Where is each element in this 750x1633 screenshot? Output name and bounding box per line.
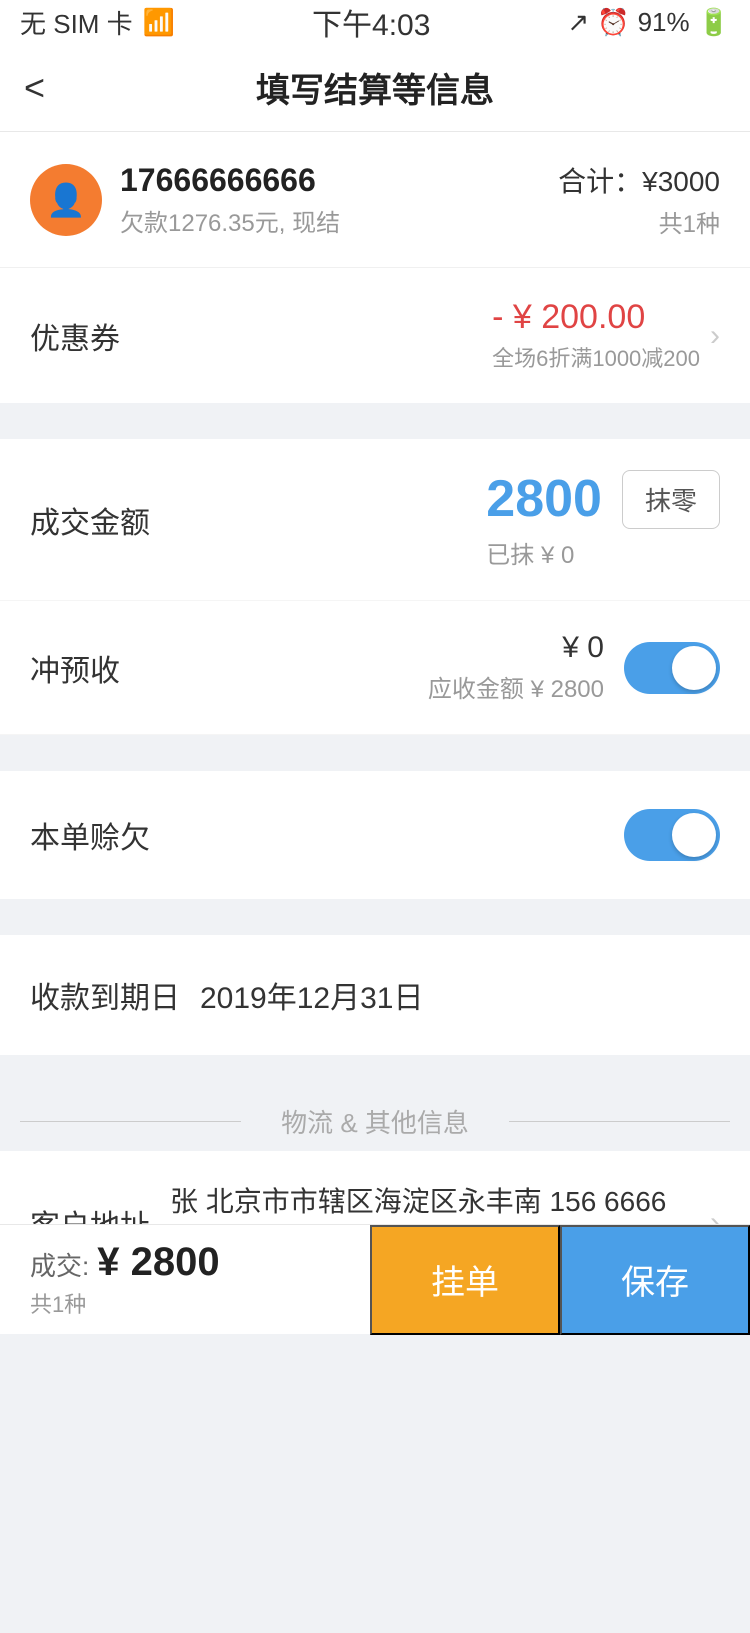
deal-amount-value: 2800 [486,469,602,529]
section-sep-3 [0,917,750,935]
coupon-right: - ¥ 200.00 全场6折满1000减200 › [492,298,720,373]
deal-amount-card: 成交金额 2800 抹零 已抹 ¥ 0 冲预收 ¥ 0 应收金额 ¥ 2800 [0,439,750,735]
due-date-value: 2019年12月31日 [200,973,423,1017]
coupon-right-block: - ¥ 200.00 全场6折满1000减200 [492,298,700,373]
divider-right-line [509,1121,730,1122]
prepay-amount: ¥ 0 [428,631,604,665]
avatar-icon: 👤 [46,181,86,219]
alarm-icon: ⏰ [597,7,629,38]
customer-sub: 欠款1276.35元, 现结 [120,203,340,238]
battery-level: 91% [638,7,690,38]
debt-toggle[interactable] [624,809,720,861]
due-date-card: 收款到期日 2019年12月31日 [0,935,750,1055]
due-date-row: 收款到期日 2019年12月31日 [0,935,750,1055]
bottom-count-label: 共1种 [30,1287,340,1319]
round-zero-button[interactable]: 抹零 [622,470,720,529]
customer-total: 合计：¥3000 [558,160,720,200]
coupon-row[interactable]: 优惠券 - ¥ 200.00 全场6折满1000减200 › [0,267,750,403]
deal-amount-controls: 2800 抹零 [486,469,720,529]
bottom-amount-value: ¥ 2800 [97,1240,219,1285]
chevron-right-icon: › [710,319,720,353]
status-bar: 无 SIM 卡 📶 下午4:03 ↗ ⏰ 91% 🔋 [0,0,750,44]
coupon-desc: 全场6折满1000减200 [492,341,700,373]
toggle-circle [672,646,716,690]
divider-left-line [20,1121,241,1122]
content: 👤 17666666666 欠款1276.35元, 现结 合计：¥3000 共1… [0,132,750,1633]
customer-right: 合计：¥3000 共1种 [558,160,720,239]
section-sep-4 [0,1073,750,1091]
customer-card: 👤 17666666666 欠款1276.35元, 现结 合计：¥3000 共1… [0,132,750,403]
due-date-label: 收款到期日 [30,973,180,1017]
prepay-receivable: 应收金额 ¥ 2800 [428,669,604,704]
save-button[interactable]: 保存 [560,1225,750,1335]
prepay-amount-block: ¥ 0 应收金额 ¥ 2800 [428,631,604,704]
prepay-toggle[interactable] [624,642,720,694]
customer-info: 17666666666 欠款1276.35元, 现结 [120,162,340,238]
customer-row: 👤 17666666666 欠款1276.35元, 现结 合计：¥3000 共1… [0,132,750,267]
status-left: 无 SIM 卡 📶 [20,4,175,41]
debt-label: 本单赊欠 [30,813,150,857]
prepay-row: 冲预收 ¥ 0 应收金额 ¥ 2800 [0,601,750,735]
section-sep-2 [0,753,750,771]
bottom-spacer [0,1313,750,1513]
back-button[interactable]: < [24,67,45,109]
bottom-amount-row: 成交: ¥ 2800 [30,1240,340,1285]
hold-order-button[interactable]: 挂单 [370,1225,560,1335]
divider-section: 物流 & 其他信息 [0,1091,750,1151]
deal-amount-label: 成交金额 [30,498,150,542]
coupon-discount: - ¥ 200.00 [492,298,700,337]
bottom-info: 成交: ¥ 2800 共1种 [0,1240,370,1319]
avatar: 👤 [30,164,102,236]
customer-count: 共1种 [558,204,720,239]
deal-amount-right: 2800 抹零 已抹 ¥ 0 [486,469,720,570]
debt-toggle-circle [672,813,716,857]
battery-icon: 🔋 [698,7,730,38]
status-time: 下午4:03 [312,0,430,44]
customer-phone: 17666666666 [120,162,340,199]
prepay-right: ¥ 0 应收金额 ¥ 2800 [428,631,720,704]
nav-bar: < 填写结算等信息 [0,44,750,132]
coupon-label: 优惠券 [30,314,120,358]
bottom-deal-label: 成交: [30,1246,89,1283]
page-title: 填写结算等信息 [256,63,494,112]
divider-text: 物流 & 其他信息 [281,1103,469,1140]
status-right: ↗ ⏰ 91% 🔋 [567,7,730,38]
sim-status: 无 SIM 卡 [20,4,133,41]
already-zero-text: 已抹 ¥ 0 [486,535,574,570]
wifi-icon: 📶 [143,7,175,38]
prepay-label: 冲预收 [30,646,120,690]
section-sep-1 [0,421,750,439]
debt-row: 本单赊欠 [0,771,750,899]
deal-amount-row: 成交金额 2800 抹零 已抹 ¥ 0 [0,439,750,601]
bottom-bar: 成交: ¥ 2800 共1种 挂单 保存 [0,1224,750,1334]
location-icon: ↗ [567,7,589,38]
customer-left: 👤 17666666666 欠款1276.35元, 现结 [30,162,340,238]
debt-card: 本单赊欠 [0,771,750,899]
